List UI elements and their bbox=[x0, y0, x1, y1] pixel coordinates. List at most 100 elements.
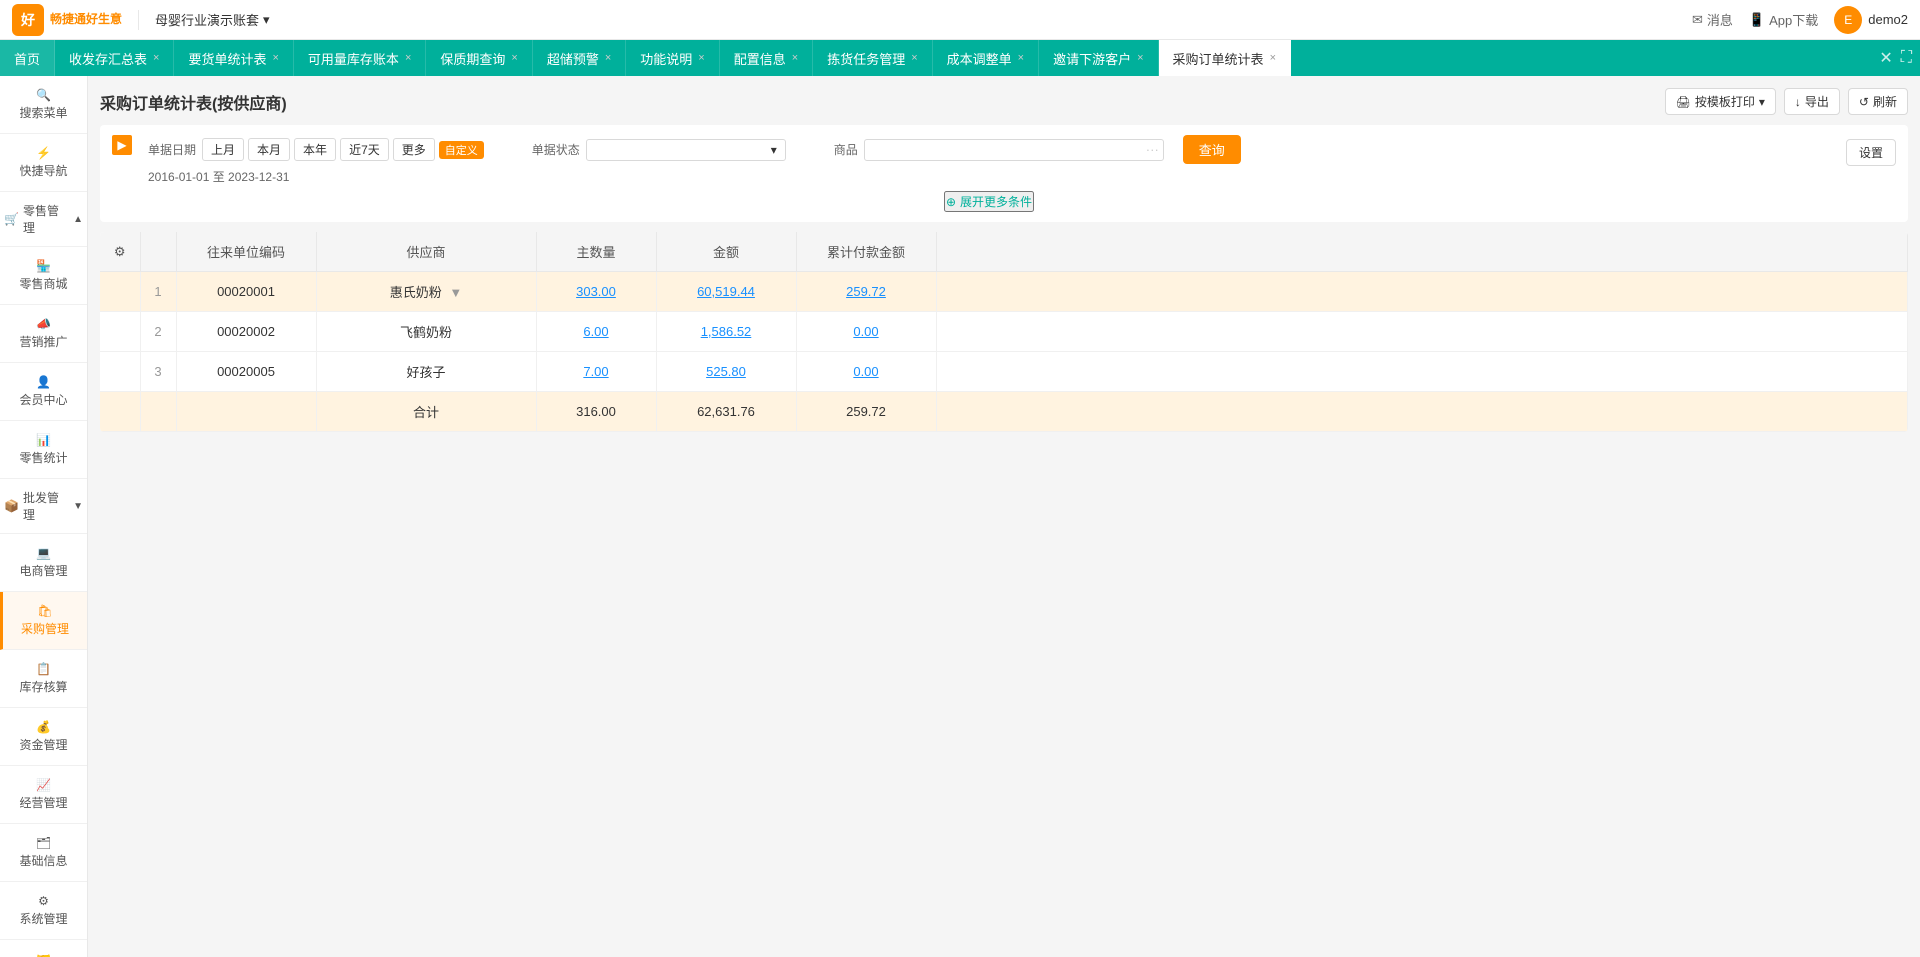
sidebar-ecom-label: 电商管理 bbox=[0, 562, 87, 579]
row-2-paid-link[interactable]: 0.00 bbox=[853, 324, 878, 339]
wholesale-arrow-icon: ▼ bbox=[73, 501, 83, 512]
expand-filter-btn[interactable]: ⊕ 展开更多条件 bbox=[944, 191, 1034, 212]
refresh-button[interactable]: ↺ 刷新 bbox=[1848, 88, 1908, 115]
footer-qty: 316.00 bbox=[536, 392, 656, 432]
row-1-paid-link[interactable]: 259.72 bbox=[846, 284, 886, 299]
row-3-amount-link[interactable]: 525.80 bbox=[706, 364, 746, 379]
nav-item-invite[interactable]: 邀请下游客户 × bbox=[1039, 40, 1158, 76]
nav-close-func[interactable]: × bbox=[698, 52, 704, 64]
top-bar-left: 好 畅捷通好生意 母婴行业演示账套 ▾ bbox=[12, 4, 270, 36]
settings-button[interactable]: 设置 bbox=[1846, 139, 1896, 166]
nav-item-func[interactable]: 功能说明 × bbox=[626, 40, 719, 76]
nav-item-overstock[interactable]: 超储预警 × bbox=[533, 40, 626, 76]
nav-close-order-stat[interactable]: × bbox=[272, 52, 278, 64]
sidebar-item-inventory[interactable]: 📋 库存核算 bbox=[0, 650, 87, 708]
nav-fullscreen-icon[interactable]: ⛶ bbox=[1901, 49, 1912, 67]
row-1-amount-link[interactable]: 60,519.44 bbox=[697, 284, 755, 299]
date-filter-label: 单据日期 bbox=[148, 141, 196, 158]
workspace-selector[interactable]: 母婴行业演示账套 ▾ bbox=[155, 10, 270, 29]
nav-item-config[interactable]: 配置信息 × bbox=[720, 40, 813, 76]
sidebar-item-base[interactable]: 🗂 基础信息 bbox=[0, 824, 87, 882]
finance-icon: 💰 bbox=[0, 720, 87, 734]
nav-close-overstock[interactable]: × bbox=[605, 52, 611, 64]
nav-close-summary[interactable]: × bbox=[153, 52, 159, 64]
nav-close-purchase-stat[interactable]: × bbox=[1270, 52, 1276, 64]
status-select[interactable]: ▾ bbox=[586, 139, 786, 161]
sidebar-item-retail[interactable]: 🛒 零售管理 ▲ bbox=[0, 192, 87, 247]
sidebar-item-ecom[interactable]: 💻 电商管理 bbox=[0, 534, 87, 592]
nav-close-config[interactable]: × bbox=[792, 52, 798, 64]
sidebar-item-wholesale[interactable]: 📦 批发管理 ▼ bbox=[0, 479, 87, 534]
sidebar-item-quick-nav[interactable]: ⚡ 快捷导航 bbox=[0, 134, 87, 192]
footer-spacer bbox=[936, 392, 1908, 432]
row-3-qty: 7.00 bbox=[536, 352, 656, 392]
nav-item-cost[interactable]: 成本调整单 × bbox=[933, 40, 1039, 76]
message-label: 消息 bbox=[1707, 10, 1733, 29]
sidebar-item-marketing[interactable]: 📣 营销推广 bbox=[0, 305, 87, 363]
export-icon: ↓ bbox=[1795, 95, 1801, 109]
th-gear: ⚙ bbox=[100, 232, 140, 272]
nav-close-expiry[interactable]: × bbox=[511, 52, 517, 64]
expand-icon: ⊕ bbox=[946, 195, 956, 209]
goods-input[interactable] bbox=[864, 139, 1164, 161]
sidebar-item-store[interactable]: 🏪 零售商城 bbox=[0, 247, 87, 305]
nav-item-expiry[interactable]: 保质期查询 × bbox=[426, 40, 532, 76]
sidebar-base-label: 基础信息 bbox=[0, 852, 87, 869]
row-1-expand-icon[interactable]: ▼ bbox=[449, 285, 462, 300]
sidebar-item-member[interactable]: 👤 会员中心 bbox=[0, 363, 87, 421]
layout: 🔍 搜索菜单 ⚡ 快捷导航 🛒 零售管理 ▲ 🏪 零售商城 📣 营销推广 👤 会… bbox=[0, 76, 1920, 957]
nav-close-stock[interactable]: × bbox=[405, 52, 411, 64]
sidebar-retail-label: 零售管理 bbox=[23, 202, 69, 236]
row-1-spacer bbox=[936, 272, 1908, 312]
message-btn[interactable]: ✉ 消息 bbox=[1692, 10, 1733, 29]
nav-item-stock[interactable]: 可用量库存账本 × bbox=[294, 40, 426, 76]
sidebar-item-system[interactable]: ⚙ 系统管理 bbox=[0, 882, 87, 940]
row-2-code: 00020002 bbox=[176, 312, 316, 352]
sidebar-finance-label: 资金管理 bbox=[0, 736, 87, 753]
date-this-month[interactable]: 本月 bbox=[248, 138, 290, 161]
sidebar-item-search[interactable]: 🔍 搜索菜单 bbox=[0, 76, 87, 134]
goods-input-more-icon[interactable]: ··· bbox=[1146, 142, 1159, 157]
date-this-year[interactable]: 本年 bbox=[294, 138, 336, 161]
nav-item-order-stat[interactable]: 要货单统计表 × bbox=[174, 40, 293, 76]
filter-toggle-btn[interactable]: ▶ bbox=[112, 135, 132, 155]
row-2-qty-link[interactable]: 6.00 bbox=[583, 324, 608, 339]
user-area[interactable]: E demo2 bbox=[1834, 6, 1908, 34]
nav-item-summary[interactable]: 收发存汇总表 × bbox=[55, 40, 174, 76]
sidebar-item-collab[interactable]: 🤝 企业协同 bbox=[0, 940, 87, 957]
nav-item-pick[interactable]: 拣货任务管理 × bbox=[813, 40, 932, 76]
sidebar-item-finance[interactable]: 💰 资金管理 bbox=[0, 708, 87, 766]
row-3-qty-link[interactable]: 7.00 bbox=[583, 364, 608, 379]
date-7days[interactable]: 近7天 bbox=[340, 138, 389, 161]
nav-item-purchase-stat[interactable]: 采购订单统计表 × bbox=[1159, 40, 1291, 76]
sidebar-item-retail-stat[interactable]: 📊 零售统计 bbox=[0, 421, 87, 479]
sidebar-item-purchase[interactable]: 🛍 采购管理 bbox=[0, 592, 87, 650]
date-last-month[interactable]: 上月 bbox=[202, 138, 244, 161]
management-icon: 📈 bbox=[0, 778, 87, 792]
footer-paid: 259.72 bbox=[796, 392, 936, 432]
row-2-spacer bbox=[936, 312, 1908, 352]
system-icon: ⚙ bbox=[0, 894, 87, 908]
nav-close-pick[interactable]: × bbox=[911, 52, 917, 64]
nav-close-all-icon[interactable]: ✕ bbox=[1879, 48, 1892, 68]
row-2-amount-link[interactable]: 1,586.52 bbox=[701, 324, 752, 339]
row-1-qty-link[interactable]: 303.00 bbox=[576, 284, 616, 299]
date-more[interactable]: 更多 bbox=[393, 138, 435, 161]
page-title: 采购订单统计表(按供应商) bbox=[100, 90, 287, 114]
print-button[interactable]: 🖨 按模板打印 ▾ bbox=[1665, 88, 1776, 115]
row-1-index: 1 bbox=[140, 272, 176, 312]
filter-content: 单据日期 上月 本月 本年 近7天 更多 自定义 bbox=[148, 135, 1830, 212]
app-download-btn[interactable]: 📱 App下载 bbox=[1749, 10, 1818, 29]
th-paid: 累计付款金额 bbox=[796, 232, 936, 272]
app-download-label: App下载 bbox=[1769, 10, 1818, 29]
export-button[interactable]: ↓ 导出 bbox=[1784, 88, 1840, 115]
nav-item-home[interactable]: 首页 bbox=[0, 40, 55, 76]
sidebar-item-management[interactable]: 📈 经营管理 bbox=[0, 766, 87, 824]
query-button[interactable]: 查询 bbox=[1183, 135, 1241, 164]
status-select-arrow-icon: ▾ bbox=[771, 143, 777, 157]
row-3-paid-link[interactable]: 0.00 bbox=[853, 364, 878, 379]
app-download-icon: 📱 bbox=[1749, 12, 1765, 28]
sidebar-management-label: 经营管理 bbox=[0, 794, 87, 811]
nav-close-cost[interactable]: × bbox=[1018, 52, 1024, 64]
nav-close-invite[interactable]: × bbox=[1137, 52, 1143, 64]
